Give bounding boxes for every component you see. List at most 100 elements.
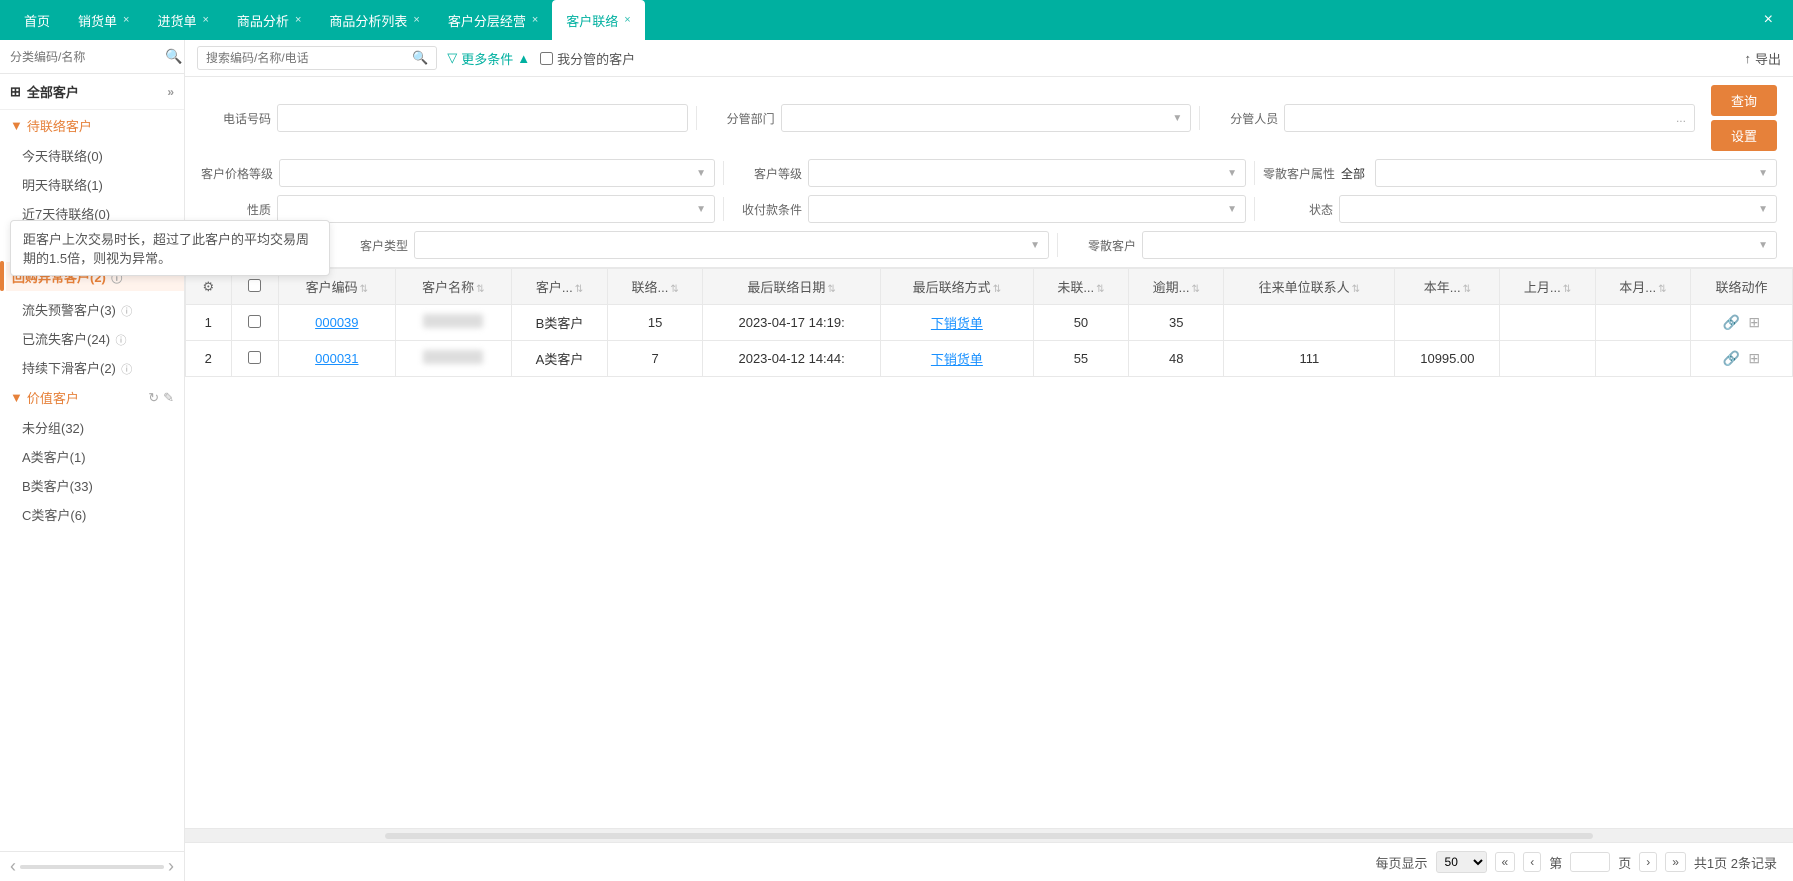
sidebar-search-icon[interactable]: 🔍 bbox=[165, 48, 182, 65]
th-last-method[interactable]: 最后联络方式⇅ bbox=[880, 269, 1033, 305]
row1-code[interactable]: 000039 bbox=[279, 305, 395, 341]
more-conditions-button[interactable]: ▽ 更多条件 ▲ bbox=[447, 49, 530, 68]
retail-attr-select[interactable]: ▼ bbox=[1375, 159, 1777, 187]
sidebar-all-customers[interactable]: ⊞ 全部客户 » bbox=[0, 74, 184, 110]
nature-select[interactable]: ▼ bbox=[277, 195, 715, 223]
row2-checkbox[interactable] bbox=[231, 341, 278, 377]
sidebar-item-today-contact[interactable]: 今天待联络(0) bbox=[0, 141, 184, 170]
sort-type-icon[interactable]: ⇅ bbox=[575, 284, 583, 295]
sort-overdue-icon[interactable]: ⇅ bbox=[1191, 284, 1199, 295]
th-contacts[interactable]: 往来单位联系人⇅ bbox=[1224, 269, 1395, 305]
sidebar-scroll-left-icon[interactable]: ‹ bbox=[10, 856, 16, 877]
page-size-select[interactable]: 50 20 100 bbox=[1436, 851, 1487, 873]
row2-code-link[interactable]: 000031 bbox=[315, 351, 358, 366]
info-icon-3[interactable]: ⓘ bbox=[121, 364, 132, 376]
horizontal-scrollbar[interactable] bbox=[185, 828, 1793, 842]
nav-purchase-order[interactable]: 进货单 × bbox=[143, 0, 222, 40]
th-not-contact[interactable]: 未联...⇅ bbox=[1033, 269, 1128, 305]
row1-last-method[interactable]: 下销货单 bbox=[880, 305, 1033, 341]
sidebar-item-b-class[interactable]: B类客户(33) bbox=[0, 471, 184, 500]
th-contact-count[interactable]: 联络...⇅ bbox=[607, 269, 702, 305]
sidebar-pending-contact-section[interactable]: ▼ 待联络客户 bbox=[0, 110, 184, 141]
row2-select-checkbox[interactable] bbox=[248, 351, 261, 364]
sidebar-item-churned[interactable]: 已流失客户(24) ⓘ bbox=[0, 324, 184, 353]
row2-last-method[interactable]: 下销货单 bbox=[880, 341, 1033, 377]
sort-date-icon[interactable]: ⇅ bbox=[827, 284, 835, 295]
my-customers-checkbox[interactable] bbox=[540, 52, 553, 65]
scrollbar-track[interactable] bbox=[385, 833, 1593, 839]
customer-level-select[interactable]: ▼ bbox=[808, 159, 1246, 187]
sort-this-year-icon[interactable]: ⇅ bbox=[1463, 284, 1471, 295]
sidebar-scroll-right-icon[interactable]: › bbox=[168, 856, 174, 877]
close-product-analysis-icon[interactable]: × bbox=[295, 14, 301, 26]
status-select[interactable]: ▼ bbox=[1339, 195, 1777, 223]
sort-last-month-icon[interactable]: ⇅ bbox=[1563, 284, 1571, 295]
gear-icon[interactable]: ⚙ bbox=[202, 279, 214, 294]
sort-code-icon[interactable]: ⇅ bbox=[360, 284, 368, 295]
sort-contacts-icon[interactable]: ⇅ bbox=[1352, 284, 1360, 295]
nav-customer-contact[interactable]: 客户联络 × bbox=[552, 0, 644, 40]
sort-method-icon[interactable]: ⇅ bbox=[993, 284, 1001, 295]
th-last-date[interactable]: 最后联络日期⇅ bbox=[703, 269, 881, 305]
sidebar-collapse-icon[interactable]: » bbox=[167, 85, 174, 99]
settings-button[interactable]: 设置 bbox=[1711, 120, 1777, 151]
sort-not-contact-icon[interactable]: ⇅ bbox=[1096, 284, 1104, 295]
info-icon-1[interactable]: ⓘ bbox=[121, 306, 132, 318]
refresh-icon[interactable]: ↻ bbox=[148, 390, 159, 406]
sidebar-item-a-class[interactable]: A类客户(1) bbox=[0, 442, 184, 471]
prev-page-button[interactable]: ‹ bbox=[1523, 852, 1541, 872]
sidebar-value-customer-group[interactable]: ▼ 价值客户 ↻ ✎ bbox=[0, 382, 184, 413]
first-page-button[interactable]: « bbox=[1495, 852, 1516, 872]
export-button[interactable]: ↑ 导出 bbox=[1744, 49, 1781, 68]
nav-product-analysis[interactable]: 商品分析 × bbox=[223, 0, 315, 40]
sidebar-item-tomorrow-contact[interactable]: 明天待联络(1) bbox=[0, 170, 184, 199]
sidebar-item-c-class[interactable]: C类客户(6) bbox=[0, 500, 184, 529]
nav-customer-tiered[interactable]: 客户分层经营 × bbox=[434, 0, 552, 40]
row1-grid-icon[interactable]: ⊞ bbox=[1748, 314, 1760, 331]
th-last-month[interactable]: 上月...⇅ bbox=[1500, 269, 1595, 305]
dept-select[interactable]: ▼ bbox=[781, 104, 1192, 132]
row1-name[interactable] bbox=[395, 305, 511, 341]
th-overdue[interactable]: 逾期...⇅ bbox=[1129, 269, 1224, 305]
row2-method-link[interactable]: 下销货单 bbox=[931, 352, 983, 367]
price-level-select[interactable]: ▼ bbox=[279, 159, 715, 187]
sort-this-month-icon[interactable]: ⇅ bbox=[1658, 284, 1666, 295]
nav-product-analysis-list[interactable]: 商品分析列表 × bbox=[315, 0, 433, 40]
info-icon-2[interactable]: ⓘ bbox=[115, 335, 126, 347]
search-input[interactable] bbox=[206, 51, 406, 65]
row2-name[interactable] bbox=[395, 341, 511, 377]
next-page-button[interactable]: › bbox=[1639, 852, 1657, 872]
query-button[interactable]: 查询 bbox=[1711, 85, 1777, 116]
window-close-button[interactable]: × bbox=[1754, 11, 1783, 29]
row1-method-link[interactable]: 下销货单 bbox=[931, 316, 983, 331]
row2-grid-icon[interactable]: ⊞ bbox=[1748, 350, 1760, 367]
th-this-year[interactable]: 本年...⇅ bbox=[1395, 269, 1500, 305]
sort-contact-icon[interactable]: ⇅ bbox=[670, 284, 678, 295]
retail-customer-select[interactable]: ▼ bbox=[1142, 231, 1777, 259]
customer-type-select[interactable]: ▼ bbox=[414, 231, 1049, 259]
page-input[interactable]: 1 bbox=[1570, 852, 1610, 872]
search-icon[interactable]: 🔍 bbox=[412, 50, 428, 66]
row2-link-icon[interactable]: 🔗 bbox=[1723, 350, 1740, 367]
sort-name-icon[interactable]: ⇅ bbox=[476, 284, 484, 295]
close-customer-tiered-icon[interactable]: × bbox=[532, 14, 538, 26]
payment-select[interactable]: ▼ bbox=[808, 195, 1246, 223]
sidebar-item-declining[interactable]: 持续下滑客户(2) ⓘ bbox=[0, 353, 184, 382]
row2-code[interactable]: 000031 bbox=[279, 341, 395, 377]
row1-checkbox[interactable] bbox=[231, 305, 278, 341]
close-customer-contact-icon[interactable]: × bbox=[624, 14, 630, 26]
th-customer-type[interactable]: 客户...⇅ bbox=[512, 269, 608, 305]
row1-select-checkbox[interactable] bbox=[248, 315, 261, 328]
edit-icon[interactable]: ✎ bbox=[163, 390, 174, 406]
close-sales-order-icon[interactable]: × bbox=[123, 14, 129, 26]
sidebar-item-ungrouped[interactable]: 未分组(32) bbox=[0, 413, 184, 442]
th-this-month[interactable]: 本月...⇅ bbox=[1595, 269, 1690, 305]
nav-home[interactable]: 首页 bbox=[10, 0, 64, 40]
phone-input[interactable] bbox=[277, 104, 688, 132]
row1-code-link[interactable]: 000039 bbox=[315, 315, 358, 330]
close-purchase-order-icon[interactable]: × bbox=[202, 14, 208, 26]
select-all-checkbox[interactable] bbox=[248, 279, 261, 292]
last-page-button[interactable]: » bbox=[1665, 852, 1686, 872]
th-name[interactable]: 客户名称⇅ bbox=[395, 269, 511, 305]
nav-sales-order[interactable]: 销货单 × bbox=[64, 0, 143, 40]
